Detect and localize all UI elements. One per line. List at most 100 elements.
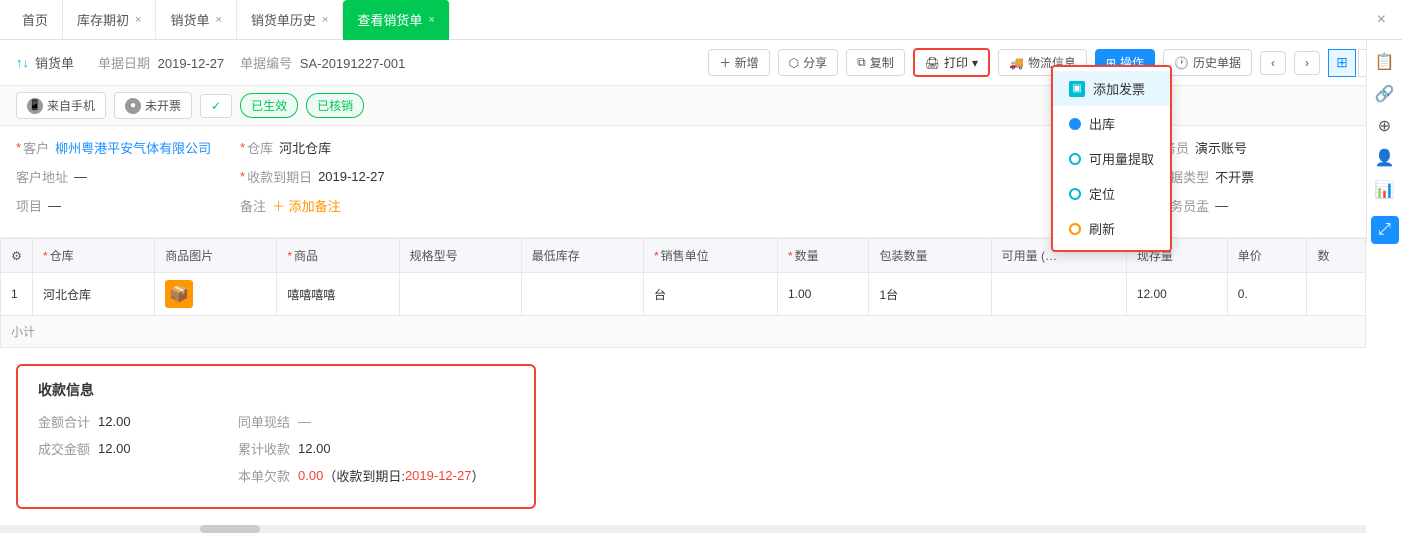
menu-add-invoice[interactable]: ▣ 添加发票 bbox=[1053, 71, 1170, 106]
warehouse-value: 河北仓库 bbox=[279, 138, 331, 157]
confirm-button[interactable]: ✓ bbox=[200, 94, 232, 118]
phone-icon: 📱 bbox=[27, 98, 43, 114]
product-image: 📦 bbox=[165, 280, 193, 308]
note-field: 备注 ＋ 添加备注 bbox=[240, 196, 440, 215]
address-field: 客户地址 — bbox=[16, 167, 216, 186]
transaction-label: 成交金额 bbox=[38, 439, 90, 458]
doc-number-value: SA-20191227-001 bbox=[300, 56, 406, 71]
sidebar-icon-chart[interactable]: 📊 bbox=[1371, 176, 1399, 204]
row-product: 嘻嘻嘻嘻 bbox=[277, 273, 399, 316]
col-img: 商品图片 bbox=[155, 239, 277, 273]
prev-button[interactable]: ‹ bbox=[1260, 51, 1286, 75]
address-value: — bbox=[74, 169, 87, 184]
tab-home[interactable]: 首页 bbox=[8, 0, 63, 40]
locate-label: 定位 bbox=[1089, 184, 1115, 203]
refresh-icon bbox=[1069, 223, 1081, 235]
row-price: 0. bbox=[1227, 273, 1307, 316]
payment-date-label: 收款到期日 bbox=[247, 167, 312, 186]
from-phone-button[interactable]: 📱 来自手机 bbox=[16, 92, 106, 119]
sub-action-bar: 📱 来自手机 ● 未开票 ✓ 已生效 已核销 bbox=[0, 86, 1402, 126]
due-text: （收款到期日: bbox=[323, 466, 405, 485]
new-button[interactable]: ＋ 新增 bbox=[708, 49, 769, 76]
col-amount: 数 bbox=[1307, 239, 1366, 273]
doc-title: ↑↓ 销货单 bbox=[16, 53, 74, 72]
sidebar-icon-user[interactable]: 👤 bbox=[1371, 144, 1399, 172]
tab-sales-history[interactable]: 销货单历史 × bbox=[237, 0, 343, 40]
tab-bar-close[interactable]: × bbox=[1369, 7, 1394, 33]
tab-view-sales-label: 查看销货单 bbox=[357, 10, 422, 29]
doc-date-value: 2019-12-27 bbox=[158, 56, 225, 71]
expand-button[interactable]: ⤢ bbox=[1371, 216, 1399, 244]
print-button[interactable]: 🖨 打印 ▾ bbox=[913, 48, 990, 77]
menu-outbound[interactable]: 出库 bbox=[1053, 106, 1170, 141]
payment-info: 收款信息 金额合计 12.00 同单现结 — 成交金额 12.00 bbox=[16, 364, 536, 509]
col-min-stock: 最低库存 bbox=[521, 239, 643, 273]
tab-bar: 首页 库存期初 × 销货单 × 销货单历史 × 查看销货单 × × bbox=[0, 0, 1402, 40]
view-grid-button[interactable]: ⊞ bbox=[1328, 49, 1356, 77]
doc-date-section: 单据日期 2019-12-27 bbox=[98, 53, 224, 72]
col-warehouse: *仓库 bbox=[33, 239, 155, 273]
outbound-label: 出库 bbox=[1089, 114, 1115, 133]
ticket-type-field: * 票据类型 不开票 bbox=[1150, 167, 1350, 186]
row-available bbox=[991, 273, 1126, 316]
cumulative-label: 累计收款 bbox=[238, 439, 290, 458]
col-spec: 规格型号 bbox=[399, 239, 521, 273]
menu-locate[interactable]: 定位 bbox=[1053, 176, 1170, 211]
col-settings[interactable]: ⚙ bbox=[1, 239, 33, 273]
total-value: 12.00 bbox=[98, 414, 131, 429]
tab-inventory-init-close[interactable]: × bbox=[135, 14, 141, 26]
note-add[interactable]: ＋ 添加备注 bbox=[272, 196, 341, 215]
doc-date-label: 单据日期 bbox=[98, 56, 150, 71]
sidebar-icon-plus[interactable]: ⊕ bbox=[1371, 112, 1399, 140]
col-pkg-qty: 包装数量 bbox=[869, 239, 991, 273]
warehouse-label: 仓库 bbox=[247, 138, 273, 157]
tab-view-sales[interactable]: 查看销货单 × bbox=[343, 0, 449, 40]
row-spec bbox=[399, 273, 521, 316]
product-table: ⚙ *仓库 商品图片 *商品 规格型号 最低库存 *销售单位 *数量 包装数量 … bbox=[0, 238, 1366, 348]
tab-sales-order[interactable]: 销货单 × bbox=[156, 0, 236, 40]
ticket-icon: ● bbox=[125, 98, 141, 114]
print-icon: 🖨 bbox=[925, 56, 940, 70]
locate-icon bbox=[1069, 188, 1081, 200]
row-stock: 12.00 bbox=[1126, 273, 1227, 316]
share-button[interactable]: ⬡ 分享 bbox=[778, 49, 839, 76]
settlement-label: 同单现结 bbox=[238, 412, 290, 431]
share-icon: ⬡ bbox=[789, 56, 799, 70]
paydate-required-star: * bbox=[240, 169, 245, 184]
tab-sales-order-close[interactable]: × bbox=[215, 14, 221, 26]
sidebar-icon-doc[interactable]: 📋 bbox=[1371, 48, 1399, 76]
total-label: 金额合计 bbox=[38, 412, 90, 431]
payment-row-3: 本单欠款 0.00 （收款到期日: 2019-12-27 ） bbox=[38, 466, 514, 485]
check-icon: ✓ bbox=[211, 99, 221, 113]
subtotal-label: 小计 bbox=[1, 316, 1366, 348]
settlement-col: 同单现结 — bbox=[238, 412, 438, 431]
warehouse-field: * 仓库 河北仓库 bbox=[240, 138, 400, 157]
product-table-wrapper: ⚙ *仓库 商品图片 *商品 规格型号 最低库存 *销售单位 *数量 包装数量 … bbox=[0, 238, 1366, 348]
payment-date-value: 2019-12-27 bbox=[318, 169, 385, 184]
cumulative-col: 累计收款 12.00 bbox=[238, 439, 438, 458]
tab-sales-history-close[interactable]: × bbox=[322, 14, 328, 26]
operations-dropdown: ▣ 添加发票 出库 可用量提取 定位 刷新 bbox=[1051, 65, 1172, 252]
doc-number-section: 单据编号 SA-20191227-001 bbox=[240, 53, 405, 72]
cumulative-value: 12.00 bbox=[298, 441, 331, 456]
customer-field: * 客户 柳州粤港平安气体有限公司 bbox=[16, 138, 216, 157]
customer-value[interactable]: 柳州粤港平安气体有限公司 bbox=[55, 138, 211, 157]
not-open-button[interactable]: ● 未开票 bbox=[114, 92, 192, 119]
col-unit: *销售单位 bbox=[643, 239, 777, 273]
menu-available-qty[interactable]: 可用量提取 bbox=[1053, 141, 1170, 176]
menu-refresh[interactable]: 刷新 bbox=[1053, 211, 1170, 246]
row-unit: 台 bbox=[643, 273, 777, 316]
due-date: 2019-12-27 bbox=[405, 468, 472, 483]
tab-home-label: 首页 bbox=[22, 10, 48, 29]
note-label: 备注 bbox=[240, 196, 266, 215]
history-button[interactable]: 🕐 历史单据 bbox=[1163, 49, 1252, 76]
tab-view-sales-close[interactable]: × bbox=[428, 14, 434, 26]
sidebar-icon-link[interactable]: 🔗 bbox=[1371, 80, 1399, 108]
tab-inventory-init[interactable]: 库存期初 × bbox=[63, 0, 156, 40]
row-warehouse: 河北仓库 bbox=[33, 273, 155, 316]
doc-type-label: 销货单 bbox=[35, 53, 74, 72]
logistics-icon: 🚚 bbox=[1009, 56, 1024, 70]
col-price: 单价 bbox=[1227, 239, 1307, 273]
next-button[interactable]: › bbox=[1294, 51, 1320, 75]
copy-button[interactable]: ⧉ 复制 bbox=[846, 49, 905, 76]
